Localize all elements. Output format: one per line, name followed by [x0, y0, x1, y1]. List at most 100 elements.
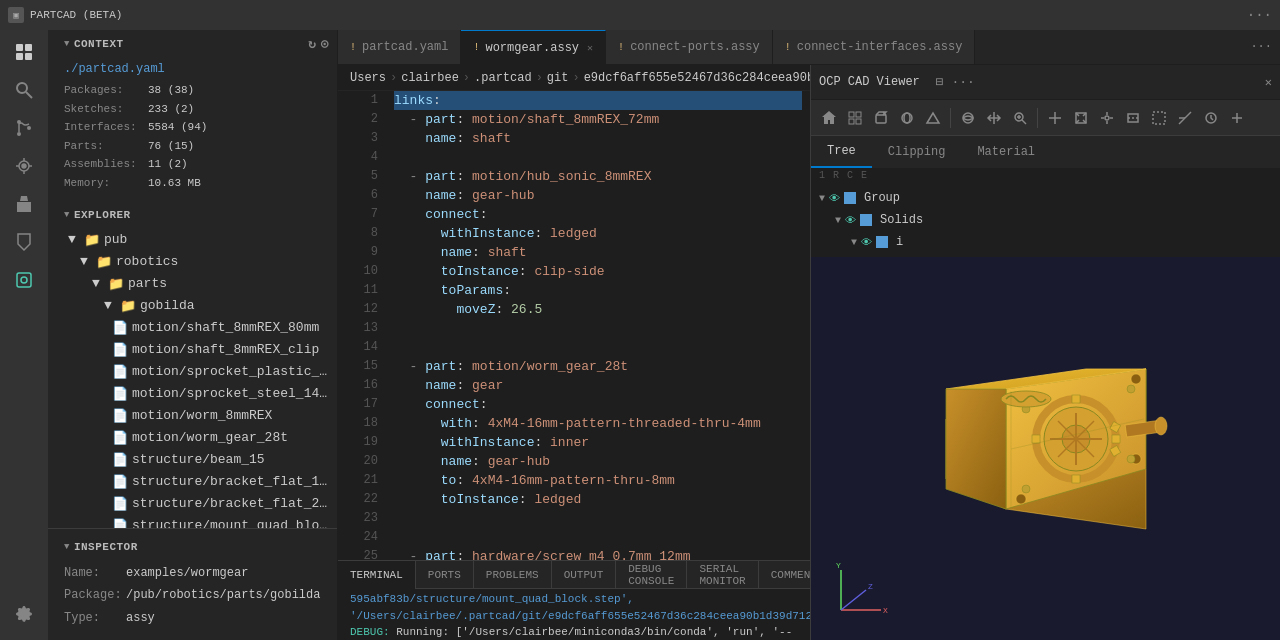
- ocp-btn-plus[interactable]: [1225, 106, 1249, 130]
- ocp-btn-box[interactable]: [869, 106, 893, 130]
- activity-debug[interactable]: [6, 148, 42, 184]
- ocp-btn-explode[interactable]: [1095, 106, 1119, 130]
- ocp-eye-solids[interactable]: 👁: [845, 214, 856, 227]
- svg-point-72: [1127, 385, 1135, 393]
- tree-file-item[interactable]: 📄motion/shaft_8mmREX_clip: [48, 339, 337, 361]
- tree-file-item[interactable]: 📄structure/bracket_flat_1_2: [48, 471, 337, 493]
- inspector-package-label: Package:: [64, 585, 124, 605]
- ocp-tree-sub[interactable]: ▼ 👁 i: [819, 231, 1272, 253]
- explorer-chevron: ▼: [64, 210, 70, 220]
- activity-settings[interactable]: [6, 596, 42, 632]
- terminal-tab-serial[interactable]: SERIAL MONITOR: [687, 561, 758, 589]
- tab-connect-interfaces[interactable]: ! connect-interfaces.assy: [773, 30, 976, 65]
- ocp-3d-view[interactable]: X Y Z: [811, 257, 1280, 640]
- svg-rect-58: [1072, 475, 1080, 483]
- tree-file-item[interactable]: 📄structure/beam_15: [48, 449, 337, 471]
- context-filepath[interactable]: ./partcad.yaml: [64, 62, 321, 76]
- file-icon: 📄: [112, 408, 128, 424]
- tab-wormgear-assy[interactable]: ! wormgear.assy ✕: [461, 30, 606, 65]
- breadcrumb-users: Users: [350, 71, 386, 85]
- sidebar: ▼ CONTEXT ↻ ⊙ ./partcad.yaml Packages: 3…: [48, 30, 338, 640]
- file-icon: 📄: [112, 386, 128, 402]
- line-number: 2: [338, 110, 378, 129]
- context-section-header[interactable]: ▼ CONTEXT ↻ ⊙: [48, 30, 337, 58]
- tab-connect-ports[interactable]: ! connect-ports.assy: [606, 30, 773, 65]
- ocp-tab-tree[interactable]: Tree: [811, 136, 872, 168]
- ocp-eye-group[interactable]: 👁: [829, 192, 840, 205]
- line-number: 13: [338, 319, 378, 338]
- terminal-tab-comments[interactable]: COMMENTS: [759, 561, 810, 589]
- ocp-btn-grid[interactable]: [843, 106, 867, 130]
- ocp-btn-section[interactable]: [1121, 106, 1145, 130]
- ocp-btn-pan[interactable]: [982, 106, 1006, 130]
- terminal-content: 595abf83b/structure/mount_quad_block.ste…: [338, 589, 810, 640]
- tree-file-item[interactable]: 📄motion/worm_gear_28t: [48, 427, 337, 449]
- code-content[interactable]: links: - part: motion/shaft_8mmREX_72mm …: [386, 91, 810, 560]
- inspector-header[interactable]: ▼ INSPECTOR: [48, 533, 337, 561]
- ocp-btn-wireframe[interactable]: [1069, 106, 1093, 130]
- tree-item-pub[interactable]: ▼ 📁 pub: [48, 229, 337, 251]
- inspector-content: Name: examples/wormgear Package: /pub/ro…: [48, 561, 337, 636]
- assemblies-label: Assemblies:: [64, 156, 144, 174]
- ocp-btn-bbox[interactable]: [1147, 106, 1171, 130]
- line-number: 18: [338, 414, 378, 433]
- tab-bar: ! partcad.yaml ! wormgear.assy ✕ ! conne…: [338, 30, 1280, 65]
- tree-file-item[interactable]: 📄motion/sprocket_plastic_14mm_16t: [48, 361, 337, 383]
- tab-close-button-1[interactable]: ✕: [587, 42, 593, 54]
- ocp-tree-group[interactable]: ▼ 👁 Group: [819, 187, 1272, 209]
- ocp-close-button[interactable]: ✕: [1265, 75, 1272, 90]
- assemblies-value: 11 (2): [148, 156, 321, 174]
- code-line: connect:: [394, 395, 802, 414]
- svg-rect-59: [1112, 435, 1120, 443]
- tree-item-parts[interactable]: ▼ 📁 parts: [48, 273, 337, 295]
- ocp-eye-sub[interactable]: 👁: [861, 236, 872, 249]
- settings-icon[interactable]: ⊙: [321, 36, 329, 52]
- activity-explorer[interactable]: [6, 34, 42, 70]
- file-label: motion/sprocket_plastic_14mm_16t: [132, 364, 329, 379]
- activity-partcad[interactable]: [6, 262, 42, 298]
- inspector-type-label: Type:: [64, 608, 124, 628]
- tree-file-item[interactable]: 📄motion/worm_8mmREX: [48, 405, 337, 427]
- tree-file-item[interactable]: 📄motion/sprocket_steel_14mm_14t: [48, 383, 337, 405]
- tree-file-item[interactable]: 📄motion/shaft_8mmREX_80mm: [48, 317, 337, 339]
- tab-overflow-button[interactable]: ···: [1242, 40, 1280, 54]
- ocp-btn-home[interactable]: [817, 106, 841, 130]
- breadcrumb-sep-4: ›: [572, 71, 579, 85]
- code-editor[interactable]: 1234567891011121314151617181920212223242…: [338, 91, 810, 560]
- ocp-btn-ortho[interactable]: [895, 106, 919, 130]
- title-bar-menu[interactable]: ···: [1247, 7, 1272, 23]
- code-line: links:: [394, 91, 802, 110]
- ocp-btn-reset[interactable]: [1199, 106, 1223, 130]
- ocp-btn-orbit[interactable]: [956, 106, 980, 130]
- activity-search[interactable]: [6, 72, 42, 108]
- ocp-btn-persp[interactable]: [921, 106, 945, 130]
- activity-test[interactable]: [6, 224, 42, 260]
- tree-item-gobilda[interactable]: ▼ 📁 gobilda: [48, 295, 337, 317]
- terminal-tab-output[interactable]: OUTPUT: [552, 561, 617, 589]
- file-icon: 📄: [112, 320, 128, 336]
- tree-file-item[interactable]: 📄structure/bracket_flat_2_3: [48, 493, 337, 515]
- terminal-tab-ports[interactable]: PORTS: [416, 561, 474, 589]
- ocp-tab-clipping[interactable]: Clipping: [872, 136, 962, 168]
- ocp-tree-solids[interactable]: ▼ 👁 Solids: [819, 209, 1272, 231]
- terminal-tab-terminal[interactable]: TERMINAL: [338, 561, 416, 589]
- activity-source-control[interactable]: [6, 110, 42, 146]
- activity-extensions[interactable]: [6, 186, 42, 222]
- code-line: withInstance: inner: [394, 433, 802, 452]
- ocp-btn-axes[interactable]: [1043, 106, 1067, 130]
- svg-rect-15: [17, 273, 31, 287]
- file-label: structure/bracket_flat_2_3: [132, 496, 329, 511]
- terminal-tab-debug[interactable]: DEBUG CONSOLE: [616, 561, 687, 589]
- explorer-section-header[interactable]: ▼ EXPLORER: [48, 201, 337, 229]
- ocp-btn-zoom[interactable]: [1008, 106, 1032, 130]
- refresh-icon[interactable]: ↻: [308, 36, 316, 52]
- tree-item-robotics[interactable]: ▼ 📁 robotics: [48, 251, 337, 273]
- svg-line-26: [1022, 120, 1026, 124]
- ocp-meta-row: 1 R C E: [811, 168, 1280, 183]
- tree-file-item[interactable]: 📄structure/mount_quad_block: [48, 515, 337, 528]
- ocp-tab-material[interactable]: Material: [961, 136, 1051, 168]
- app-title: PARTCAD (BETA): [30, 9, 122, 21]
- tab-partcad-yaml[interactable]: ! partcad.yaml: [338, 30, 461, 65]
- ocp-btn-measure[interactable]: [1173, 106, 1197, 130]
- terminal-tab-problems[interactable]: PROBLEMS: [474, 561, 552, 589]
